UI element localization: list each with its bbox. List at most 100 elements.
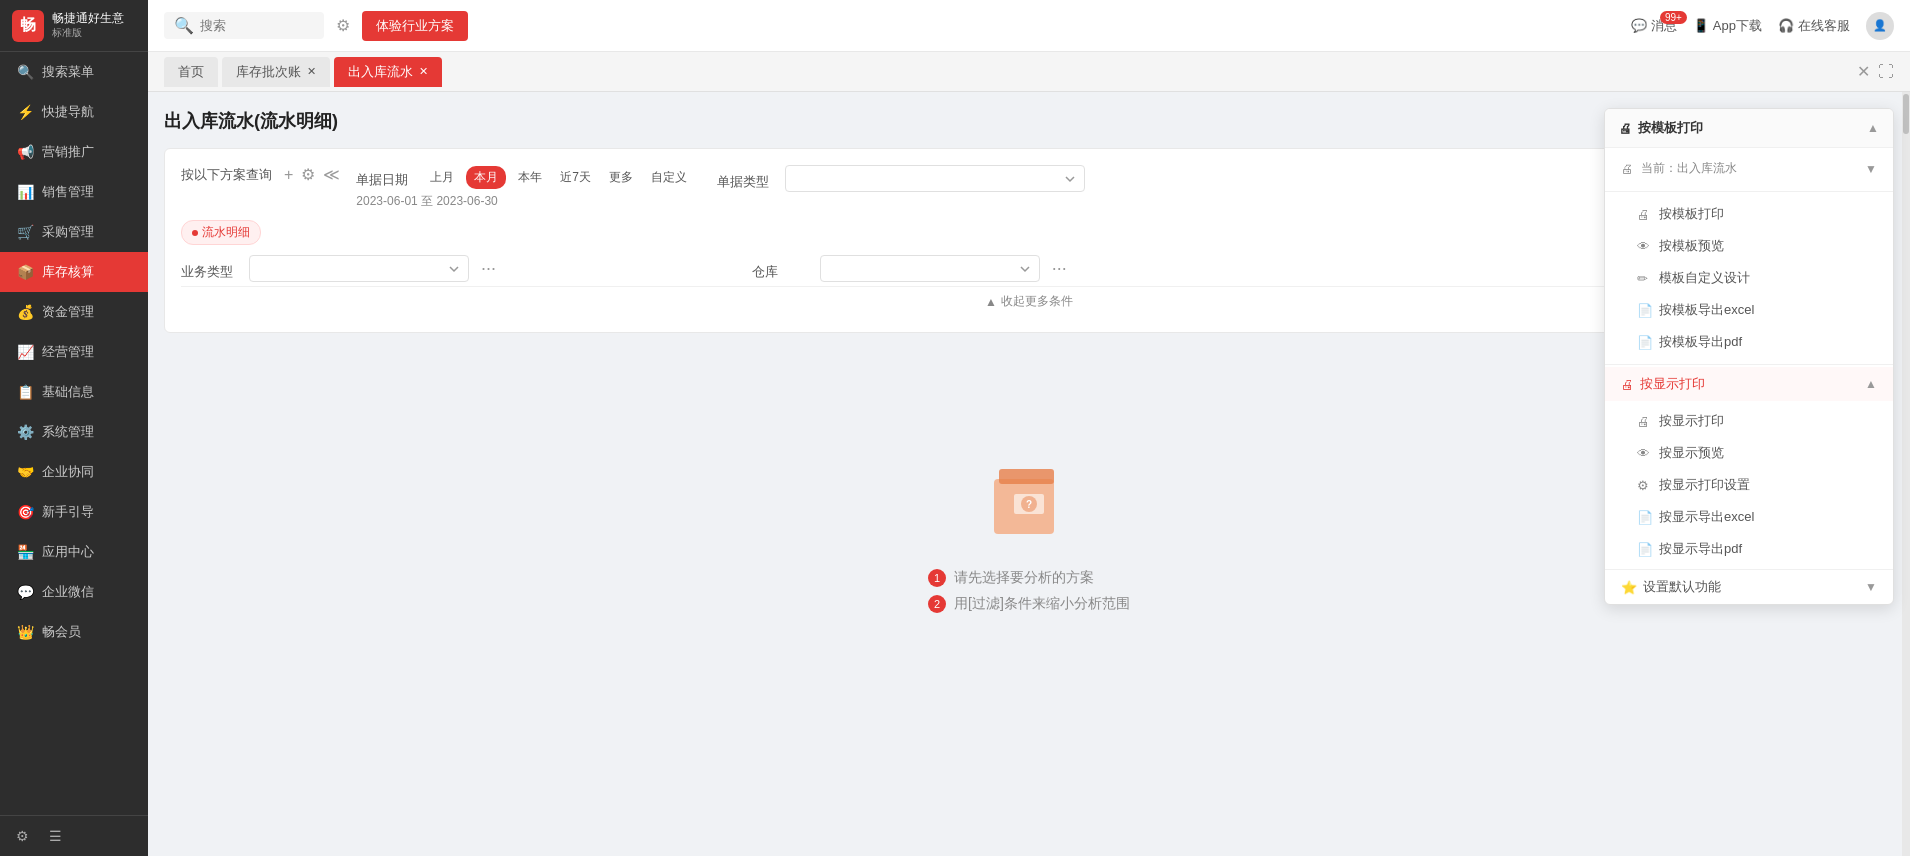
sidebar-item-system[interactable]: ⚙️ 系统管理 xyxy=(0,412,148,452)
dropdown-display-preview-item[interactable]: 👁 按显示预览 xyxy=(1605,437,1893,469)
operations-nav-icon: 📈 xyxy=(16,344,34,360)
top-header: 🔍 ⚙ 体验行业方案 💬 消息 99+ 📱 App下载 🎧 在线客服 👤 xyxy=(148,0,1910,52)
dropdown-display-excel-item[interactable]: 📄 按显示导出excel xyxy=(1605,501,1893,533)
sidebar-item-finance[interactable]: 💰 资金管理 xyxy=(0,292,148,332)
sidebar-nav: 🔍 搜索菜单 ⚡ 快捷导航 📢 营销推广 📊 销售管理 🛒 采购管理 📦 库存核… xyxy=(0,52,148,815)
tab-flow-close-icon[interactable]: ✕ xyxy=(419,65,428,78)
page-inner: 出入库流水(流水明细) 🖨 按模板打印 ▲ ↑ 导出 ↻ 刷新 xyxy=(148,92,1910,856)
sidebar-item-vip-label: 畅会员 xyxy=(42,623,81,641)
dropdown-header-label: 按模板打印 xyxy=(1638,119,1703,137)
page-header: 出入库流水(流水明细) 🖨 按模板打印 ▲ ↑ 导出 ↻ 刷新 xyxy=(164,108,1894,134)
dropdown-display-pdf-item[interactable]: 📄 按显示导出pdf xyxy=(1605,533,1893,565)
dropdown-set-default-item[interactable]: ⭐ 设置默认功能 ▼ xyxy=(1605,569,1893,604)
dropdown-template-print-item[interactable]: 🖨 按模板打印 xyxy=(1605,198,1893,230)
template-design-label: 模板自定义设计 xyxy=(1659,269,1750,287)
sidebar-item-purchase[interactable]: 🛒 采购管理 xyxy=(0,212,148,252)
svg-text:?: ? xyxy=(1026,499,1032,510)
app-download-button[interactable]: 📱 App下载 xyxy=(1693,17,1762,35)
menu-footer-icon[interactable]: ☰ xyxy=(49,828,62,844)
sidebar-item-collab-label: 企业协同 xyxy=(42,463,94,481)
svg-rect-1 xyxy=(999,469,1054,484)
sidebar-item-operations[interactable]: 📈 经营管理 xyxy=(0,332,148,372)
dropdown-current-item[interactable]: 🖨 当前：出入库流水 ▼ xyxy=(1605,152,1893,185)
display-print-icon: 🖨 xyxy=(1637,414,1651,429)
template-print-label: 按模板打印 xyxy=(1659,205,1724,223)
dropdown-divider-2 xyxy=(1605,364,1893,365)
step-2-num: 2 xyxy=(928,595,946,613)
settings-footer-icon[interactable]: ⚙ xyxy=(16,828,29,844)
tab-batch[interactable]: 库存批次账 ✕ xyxy=(222,57,330,87)
dropdown-header: 🖨 按模板打印 ▲ xyxy=(1605,109,1893,148)
app-logo: 畅 xyxy=(12,10,44,42)
dropdown-display-settings-item[interactable]: ⚙ 按显示打印设置 xyxy=(1605,469,1893,501)
date-prev-month[interactable]: 上月 xyxy=(424,166,460,189)
sidebar-item-wechat-label: 企业微信 xyxy=(42,583,94,601)
main-content: 🔍 ⚙ 体验行业方案 💬 消息 99+ 📱 App下载 🎧 在线客服 👤 xyxy=(148,0,1910,856)
guide-nav-icon: 🎯 xyxy=(16,504,34,520)
template-preview-label: 按模板预览 xyxy=(1659,237,1724,255)
template-excel-label: 按模板导出excel xyxy=(1659,301,1754,319)
dropdown-display-print-group[interactable]: 🖨 按显示打印 ▲ xyxy=(1605,367,1893,401)
warehouse-more-icon[interactable]: ··· xyxy=(1048,258,1071,279)
filter-tag[interactable]: 流水明细 xyxy=(181,220,261,245)
app-subtitle: 标准版 xyxy=(52,26,124,40)
dropdown-template-design-item[interactable]: ✏ 模板自定义设计 xyxy=(1605,262,1893,294)
search-nav-icon: 🔍 xyxy=(16,64,34,80)
tab-flow[interactable]: 出入库流水 ✕ xyxy=(334,57,442,87)
date-shortcuts: 上月 本月 本年 近7天 更多 自定义 xyxy=(424,166,693,189)
business-type-select[interactable] xyxy=(249,255,469,282)
tab-home[interactable]: 首页 xyxy=(164,57,218,87)
date-custom[interactable]: 自定义 xyxy=(645,166,693,189)
date-more[interactable]: 更多 xyxy=(603,166,639,189)
trial-button[interactable]: 体验行业方案 xyxy=(362,11,468,41)
sidebar-item-apps[interactable]: 🏪 应用中心 xyxy=(0,532,148,572)
sidebar-item-basic-label: 基础信息 xyxy=(42,383,94,401)
filter-collapse-icon[interactable]: ≪ xyxy=(323,165,340,184)
dropdown-template-preview-item[interactable]: 👁 按模板预览 xyxy=(1605,230,1893,262)
sidebar-item-inventory[interactable]: 📦 库存核算 xyxy=(0,252,148,292)
sidebar-item-sales[interactable]: 📊 销售管理 xyxy=(0,172,148,212)
header-gear-icon[interactable]: ⚙ xyxy=(336,16,350,35)
page-scrollbar[interactable] xyxy=(1902,92,1910,856)
dropdown-template-pdf-item[interactable]: 📄 按模板导出pdf xyxy=(1605,326,1893,358)
business-type-more-icon[interactable]: ··· xyxy=(477,258,500,279)
sidebar-item-shortcuts[interactable]: ⚡ 快捷导航 xyxy=(0,92,148,132)
online-service-button[interactable]: 🎧 在线客服 xyxy=(1778,17,1850,35)
sidebar-item-wechat[interactable]: 💬 企业微信 xyxy=(0,572,148,612)
display-print-group-icon: 🖨 xyxy=(1621,377,1634,392)
date-last7[interactable]: 近7天 xyxy=(554,166,597,189)
messages-button[interactable]: 💬 消息 99+ xyxy=(1631,17,1677,35)
basic-nav-icon: 📋 xyxy=(16,384,34,400)
doc-type-select[interactable] xyxy=(785,165,1085,192)
date-current-year[interactable]: 本年 xyxy=(512,166,548,189)
message-icon: 💬 xyxy=(1631,18,1647,33)
filter-add-icon[interactable]: + xyxy=(284,166,293,184)
window-maximize-icon[interactable]: ⛶ xyxy=(1878,63,1894,81)
apps-nav-icon: 🏪 xyxy=(16,544,34,560)
header-search[interactable]: 🔍 xyxy=(164,12,324,39)
header-search-input[interactable] xyxy=(200,18,300,33)
sidebar-item-guide[interactable]: 🎯 新手引导 xyxy=(0,492,148,532)
sidebar-item-marketing[interactable]: 📢 营销推广 xyxy=(0,132,148,172)
set-default-label: 设置默认功能 xyxy=(1643,578,1721,596)
date-current-month[interactable]: 本月 xyxy=(466,166,506,189)
sidebar-item-sales-label: 销售管理 xyxy=(42,183,94,201)
dropdown-display-print-item[interactable]: 🖨 按显示打印 xyxy=(1605,405,1893,437)
user-avatar[interactable]: 👤 xyxy=(1866,12,1894,40)
filter-settings-icon[interactable]: ⚙ xyxy=(301,165,315,184)
tab-batch-close-icon[interactable]: ✕ xyxy=(307,65,316,78)
window-close-icon[interactable]: ✕ xyxy=(1857,62,1870,81)
collapse-label: 收起更多条件 xyxy=(1001,293,1073,310)
template-pdf-label: 按模板导出pdf xyxy=(1659,333,1742,351)
display-excel-label: 按显示导出excel xyxy=(1659,508,1754,526)
sidebar-item-collab[interactable]: 🤝 企业协同 xyxy=(0,452,148,492)
sidebar-item-search[interactable]: 🔍 搜索菜单 xyxy=(0,52,148,92)
header-right: 💬 消息 99+ 📱 App下载 🎧 在线客服 👤 xyxy=(1631,12,1894,40)
warehouse-select[interactable] xyxy=(820,255,1040,282)
dropdown-chevron-up-icon[interactable]: ▲ xyxy=(1867,121,1879,135)
warehouse-group: 仓库 ··· xyxy=(752,255,1307,282)
sidebar-item-vip[interactable]: 👑 畅会员 xyxy=(0,612,148,652)
dropdown-template-excel-item[interactable]: 📄 按模板导出excel xyxy=(1605,294,1893,326)
sidebar-item-basic[interactable]: 📋 基础信息 xyxy=(0,372,148,412)
set-default-icon: ⭐ xyxy=(1621,580,1637,595)
